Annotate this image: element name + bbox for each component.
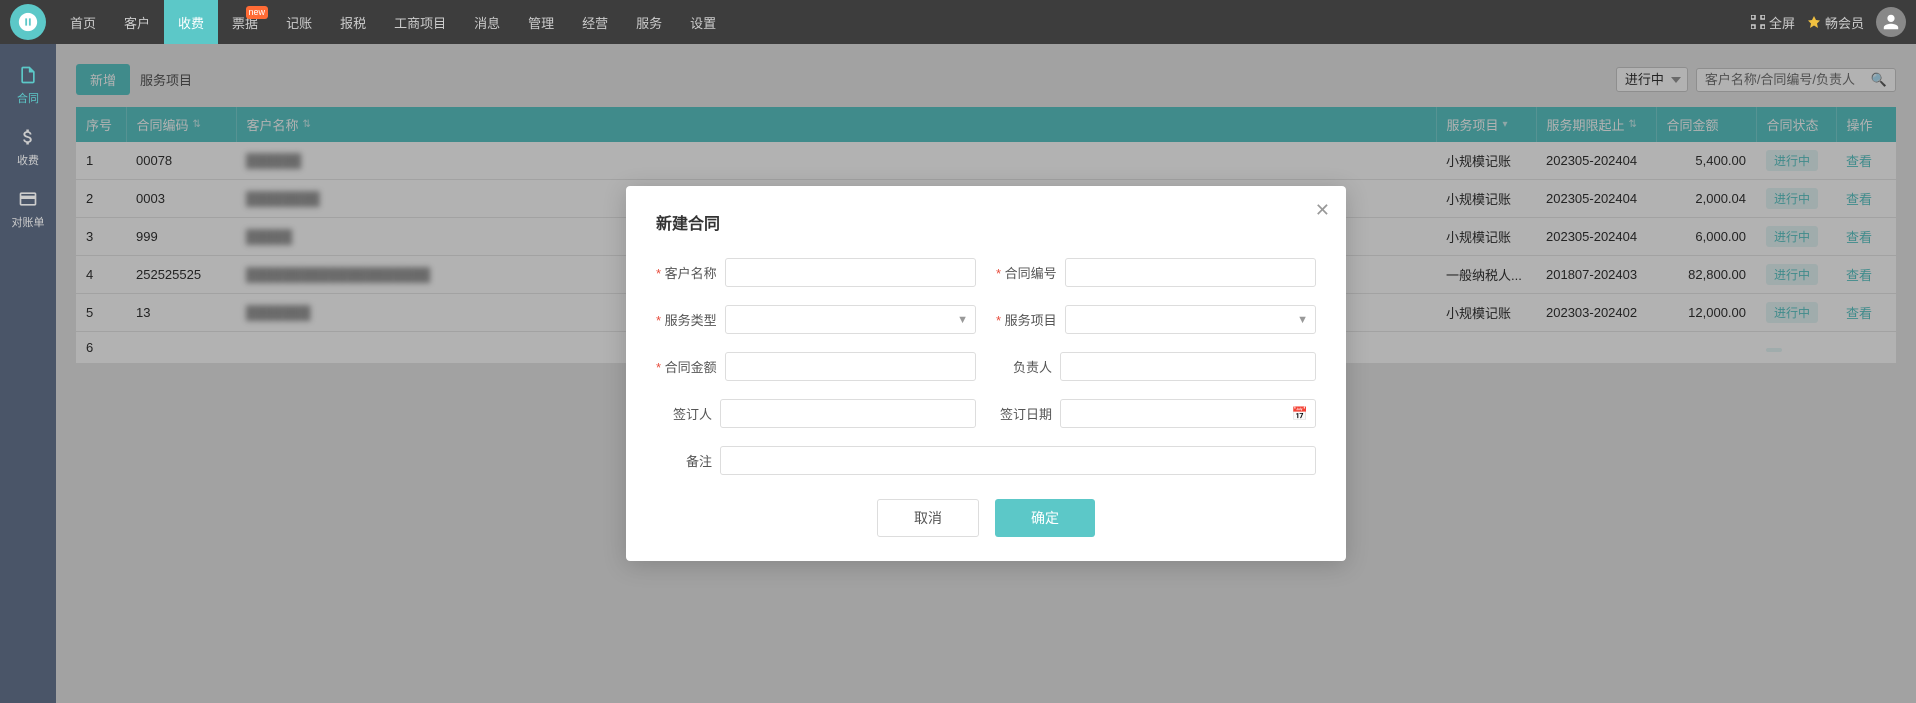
fullscreen-button[interactable]: 全屏 bbox=[1751, 13, 1795, 32]
vip-label: 畅会员 bbox=[1825, 13, 1864, 32]
sidebar-item-bill[interactable]: 对账单 bbox=[0, 178, 56, 240]
label-person: 负责人 bbox=[996, 357, 1052, 376]
select-wrap-service-item: ▼ bbox=[1065, 305, 1316, 334]
input-person[interactable] bbox=[1060, 352, 1316, 381]
fullscreen-label: 全屏 bbox=[1769, 13, 1795, 32]
input-contract-no[interactable] bbox=[1065, 258, 1316, 287]
nav-right: 全屏 畅会员 bbox=[1751, 7, 1906, 37]
form-row-2: 服务类型 ▼ 服务项目 bbox=[656, 305, 1316, 334]
label-amount: 合同金额 bbox=[656, 357, 717, 376]
nav-settings[interactable]: 设置 bbox=[676, 0, 730, 44]
modal-title: 新建合同 bbox=[656, 210, 1316, 234]
form-row-3: 合同金额 0.00 负责人 bbox=[656, 352, 1316, 381]
vip-button[interactable]: 畅会员 bbox=[1807, 13, 1864, 32]
sidebar-label-contract: 合同 bbox=[17, 90, 39, 106]
field-person: 负责人 bbox=[996, 352, 1316, 381]
input-sign-date[interactable]: 2023-06-06 bbox=[1060, 399, 1316, 428]
modal-footer: 取消 确定 bbox=[656, 499, 1316, 537]
form-row-5: 备注 bbox=[656, 446, 1316, 475]
nav-bookkeeping[interactable]: 记账 bbox=[272, 0, 326, 44]
label-remark: 备注 bbox=[656, 451, 712, 470]
sidebar-item-contract[interactable]: 合同 bbox=[0, 54, 56, 116]
label-sign-date: 签订日期 bbox=[996, 404, 1052, 423]
field-service-type: 服务类型 ▼ bbox=[656, 305, 976, 334]
label-signer: 签订人 bbox=[656, 404, 712, 423]
contract-icon bbox=[17, 64, 39, 86]
nav-client[interactable]: 客户 bbox=[110, 0, 164, 44]
logo[interactable] bbox=[10, 4, 46, 40]
content-area: 新增 服务项目 进行中 全部 已完成 已终止 🔍 序号 bbox=[56, 44, 1916, 703]
nav-items: 首页 客户 收费 票据 new 记账 报税 工商项目 消息 管理 经营 服务 设… bbox=[56, 0, 1751, 44]
field-remark: 备注 bbox=[656, 446, 1316, 475]
sidebar-label-bill: 对账单 bbox=[12, 214, 45, 230]
new-badge: new bbox=[246, 6, 269, 19]
sidebar-item-fee[interactable]: 收费 bbox=[0, 116, 56, 178]
modal-close-button[interactable]: ✕ bbox=[1315, 200, 1330, 221]
input-client-name[interactable] bbox=[725, 258, 976, 287]
field-sign-date: 签订日期 2023-06-06 📅 bbox=[996, 399, 1316, 428]
input-signer[interactable] bbox=[720, 399, 976, 428]
input-remark[interactable] bbox=[720, 446, 1316, 475]
date-input-wrap: 2023-06-06 📅 bbox=[1060, 399, 1316, 428]
sidebar-label-fee: 收费 bbox=[17, 152, 39, 168]
nav-operation[interactable]: 经营 bbox=[568, 0, 622, 44]
sidebar: 合同 收费 对账单 bbox=[0, 44, 56, 703]
form-row-1: 客户名称 合同编号 bbox=[656, 258, 1316, 287]
nav-fee[interactable]: 收费 bbox=[164, 0, 218, 44]
field-service-item: 服务项目 ▼ bbox=[996, 305, 1316, 334]
main-area: 合同 收费 对账单 新增 服务项目 进行中 全部 已完成 bbox=[0, 44, 1916, 703]
confirm-button[interactable]: 确定 bbox=[995, 499, 1095, 537]
select-service-type[interactable] bbox=[725, 305, 976, 334]
nav-business[interactable]: 工商项目 bbox=[380, 0, 460, 44]
top-nav: 首页 客户 收费 票据 new 记账 报税 工商项目 消息 管理 经营 服务 设… bbox=[0, 0, 1916, 44]
select-service-item[interactable] bbox=[1065, 305, 1316, 334]
field-client-name: 客户名称 bbox=[656, 258, 976, 287]
nav-manage[interactable]: 管理 bbox=[514, 0, 568, 44]
select-wrap-service-type: ▼ bbox=[725, 305, 976, 334]
nav-tax[interactable]: 报税 bbox=[326, 0, 380, 44]
label-contract-no: 合同编号 bbox=[996, 263, 1057, 282]
modal-new-contract: ✕ 新建合同 客户名称 合同编号 服务类型 bbox=[626, 186, 1346, 561]
input-amount[interactable]: 0.00 bbox=[725, 352, 976, 381]
form-row-4: 签订人 签订日期 2023-06-06 📅 bbox=[656, 399, 1316, 428]
nav-home[interactable]: 首页 bbox=[56, 0, 110, 44]
field-amount: 合同金额 0.00 bbox=[656, 352, 976, 381]
fee-icon bbox=[17, 126, 39, 148]
modal-overlay: ✕ 新建合同 客户名称 合同编号 服务类型 bbox=[56, 44, 1916, 703]
label-service-item: 服务项目 bbox=[996, 310, 1057, 329]
nav-invoice[interactable]: 票据 new bbox=[218, 0, 272, 44]
label-client-name: 客户名称 bbox=[656, 263, 717, 282]
field-signer: 签订人 bbox=[656, 399, 976, 428]
avatar[interactable] bbox=[1876, 7, 1906, 37]
cancel-button[interactable]: 取消 bbox=[877, 499, 979, 537]
label-service-type: 服务类型 bbox=[656, 310, 717, 329]
bill-icon bbox=[17, 188, 39, 210]
nav-message[interactable]: 消息 bbox=[460, 0, 514, 44]
field-contract-no: 合同编号 bbox=[996, 258, 1316, 287]
nav-service[interactable]: 服务 bbox=[622, 0, 676, 44]
